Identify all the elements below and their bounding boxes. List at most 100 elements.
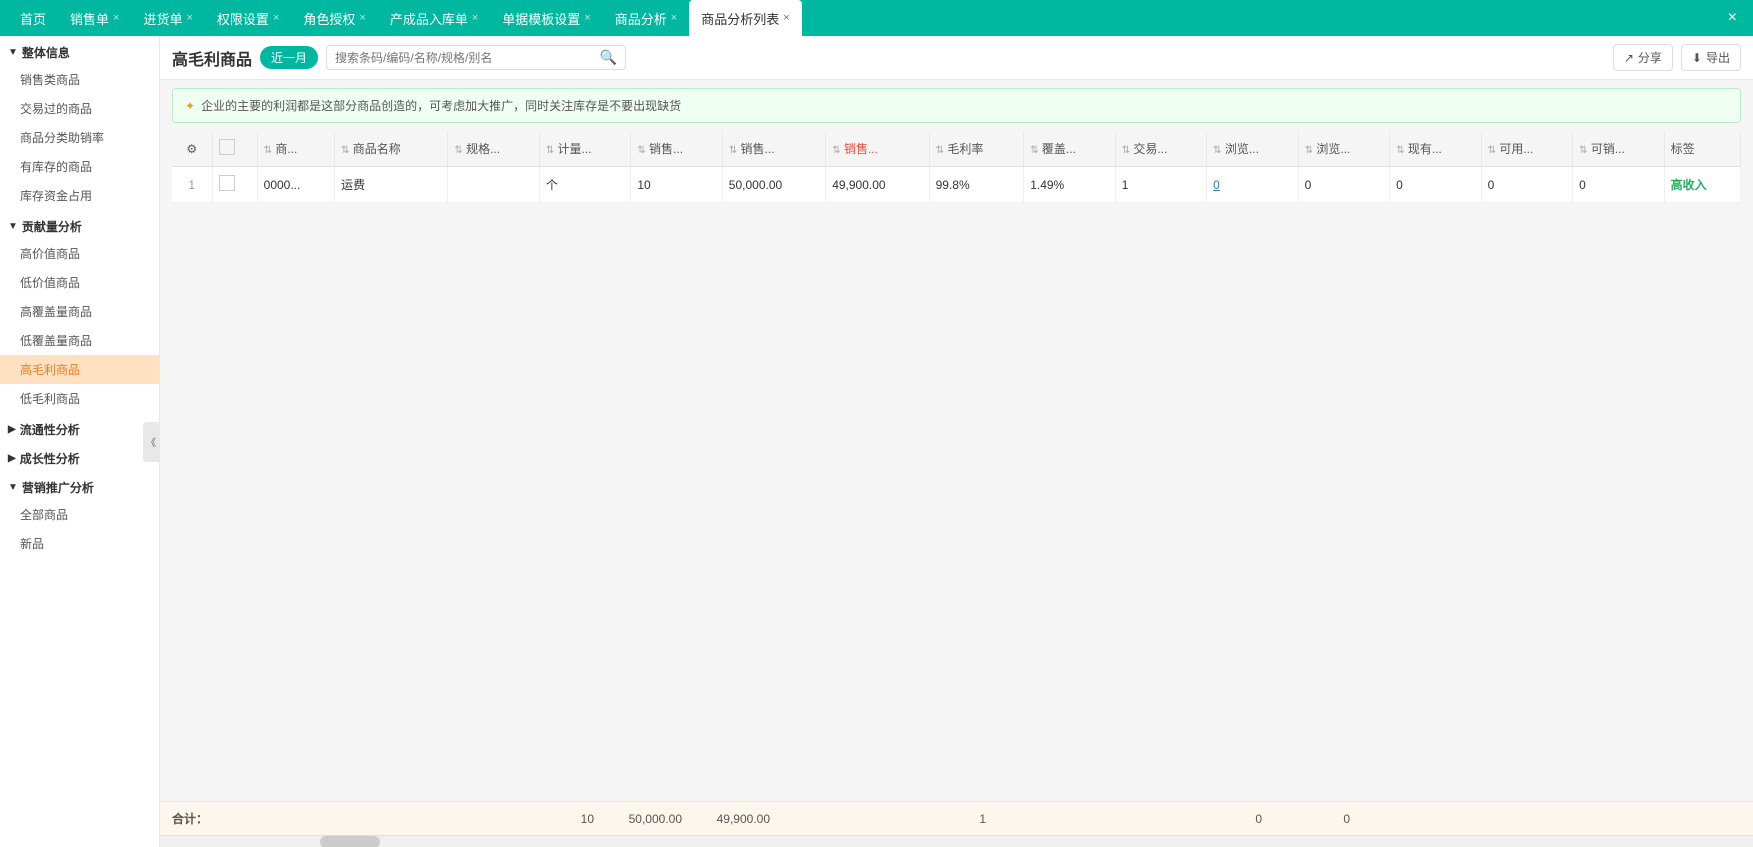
sidebar-item-category-sales-rate[interactable]: 商品分类助销率	[0, 123, 159, 152]
row-name: 运费	[335, 167, 448, 203]
row-select-checkbox[interactable]	[219, 175, 235, 191]
view1-link[interactable]: 0	[1213, 178, 1220, 192]
sidebar-item-stock-capital[interactable]: 库存资金占用	[0, 181, 159, 210]
sidebar-item-low-margin[interactable]: 低毛利商品	[0, 384, 159, 413]
sidebar-item-low-coverage[interactable]: 低覆盖量商品	[0, 326, 159, 355]
nav-close-purchase[interactable]: ×	[186, 12, 192, 24]
sidebar-group-marketing[interactable]: ▼ 营销推广分析	[0, 471, 159, 500]
table-header-row: ⚙ ⇅ 商... ⇅ 商品名称 ⇅ 规格... ⇅ 计量... ⇅ 销售... …	[172, 131, 1741, 167]
top-navigation: 首页 销售单 × 进货单 × 权限设置 × 角色授权 × 产成品入库单 × 单据…	[0, 0, 1753, 36]
export-button[interactable]: ⬇ 导出	[1681, 44, 1741, 71]
nav-close-goods-analysis[interactable]: ×	[671, 12, 677, 24]
nav-close-permission[interactable]: ×	[273, 12, 279, 24]
row-sales-qty: 10	[631, 167, 722, 203]
col-settings[interactable]: ⚙	[172, 131, 212, 167]
header-actions: ↗ 分享 ⬇ 导出	[1613, 44, 1741, 71]
data-table: ⚙ ⇅ 商... ⇅ 商品名称 ⇅ 规格... ⇅ 计量... ⇅ 销售... …	[172, 131, 1741, 203]
row-code: 0000...	[257, 167, 334, 203]
arrow-down-icon-2: ▼	[8, 221, 18, 232]
nav-close-list[interactable]: ×	[783, 12, 789, 24]
nav-close-inbound[interactable]: ×	[472, 12, 478, 24]
footer-stock-current: 0	[1192, 812, 1272, 826]
row-index: 1	[172, 167, 212, 203]
nav-permission-settings[interactable]: 权限设置 ×	[205, 0, 291, 36]
share-button[interactable]: ↗ 分享	[1613, 44, 1673, 71]
nav-template-settings[interactable]: 单据模板设置 ×	[490, 0, 602, 36]
sidebar-item-high-margin[interactable]: 高毛利商品	[0, 355, 159, 384]
nav-purchase-order[interactable]: 进货单 ×	[131, 0, 204, 36]
sidebar-item-all-goods[interactable]: 全部商品	[0, 500, 159, 529]
nav-home[interactable]: 首页	[8, 0, 58, 36]
col-stock-available: ⇅ 可用...	[1481, 131, 1572, 167]
sidebar-group-liquidity[interactable]: ▶ 流通性分析	[0, 413, 159, 442]
sidebar-item-high-coverage[interactable]: 高覆盖量商品	[0, 297, 159, 326]
col-sales-cost: ⇅ 销售...	[826, 131, 929, 167]
col-view1: ⇅ 浏览...	[1207, 131, 1298, 167]
table-row: 1 0000... 运费 个 10 50,000.00 49,900.00 99…	[172, 167, 1741, 203]
nav-sales-order[interactable]: 销售单 ×	[58, 0, 131, 36]
nav-close-template[interactable]: ×	[584, 12, 590, 24]
footer-stock-available: 0	[1280, 812, 1360, 826]
info-icon: ✦	[185, 99, 195, 113]
row-coverage: 1.49%	[1024, 167, 1115, 203]
sidebar-item-new-goods[interactable]: 新品	[0, 529, 159, 558]
sidebar-item-low-value[interactable]: 低价值商品	[0, 268, 159, 297]
footer-sales-cost: 49,900.00	[700, 812, 780, 826]
nav-goods-analysis-list[interactable]: 商品分析列表 ×	[689, 0, 801, 36]
row-stock-current: 0	[1390, 167, 1481, 203]
sidebar-group-growth[interactable]: ▶ 成长性分析	[0, 442, 159, 471]
filter-last-month-button[interactable]: 近一月	[260, 46, 318, 69]
nav-close-role[interactable]: ×	[359, 12, 365, 24]
col-name: ⇅ 商品名称	[335, 131, 448, 167]
col-tag: 标签	[1664, 131, 1740, 167]
nav-product-inbound[interactable]: 产成品入库单 ×	[378, 0, 490, 36]
search-icon[interactable]: 🔍	[600, 49, 617, 66]
table-container: ⚙ ⇅ 商... ⇅ 商品名称 ⇅ 规格... ⇅ 计量... ⇅ 销售... …	[160, 131, 1753, 801]
sidebar-group-overall[interactable]: ▼ 整体信息	[0, 36, 159, 65]
nav-close-sales[interactable]: ×	[113, 12, 119, 24]
arrow-right-icon-2: ▶	[8, 453, 16, 464]
content-area: 高毛利商品 近一月 🔍 ↗ 分享 ⬇ 导出 ✦ 企业的主要的利润都是这部分商品创…	[160, 36, 1753, 847]
col-transaction: ⇅ 交易...	[1115, 131, 1206, 167]
main-layout: 《 ▼ 整体信息 销售类商品 交易过的商品 商品分类助销率 有库存的商品 库存资…	[0, 36, 1753, 847]
row-tag: 高收入	[1664, 167, 1740, 203]
row-transaction: 1	[1115, 167, 1206, 203]
footer-transaction: 1	[916, 812, 996, 826]
row-spec	[448, 167, 539, 203]
arrow-right-icon: ▶	[8, 424, 16, 435]
sidebar-item-traded-goods[interactable]: 交易过的商品	[0, 94, 159, 123]
row-unit: 个	[539, 167, 630, 203]
sidebar: 《 ▼ 整体信息 销售类商品 交易过的商品 商品分类助销率 有库存的商品 库存资…	[0, 36, 160, 847]
horizontal-scrollbar[interactable]	[160, 835, 1753, 847]
window-close-button[interactable]: ×	[1720, 9, 1745, 27]
footer-sales-amount: 50,000.00	[612, 812, 692, 826]
row-view2: 0	[1298, 167, 1389, 203]
col-checkbox	[212, 131, 257, 167]
row-checkbox	[212, 167, 257, 203]
content-header: 高毛利商品 近一月 🔍 ↗ 分享 ⬇ 导出	[160, 36, 1753, 80]
col-gross-margin: ⇅ 毛利率	[929, 131, 1024, 167]
footer-label: 合计：	[172, 810, 208, 827]
select-all-checkbox[interactable]	[219, 139, 235, 155]
col-sales-qty: ⇅ 销售...	[631, 131, 722, 167]
nav-goods-analysis[interactable]: 商品分析 ×	[603, 0, 689, 36]
sidebar-item-sales-goods[interactable]: 销售类商品	[0, 65, 159, 94]
share-icon: ↗	[1624, 51, 1634, 65]
col-view2: ⇅ 浏览...	[1298, 131, 1389, 167]
sidebar-item-in-stock-goods[interactable]: 有库存的商品	[0, 152, 159, 181]
row-sales-amount: 50,000.00	[722, 167, 825, 203]
tag-label: 高收入	[1671, 178, 1707, 192]
nav-role-auth[interactable]: 角色授权 ×	[291, 0, 377, 36]
sidebar-collapse-button[interactable]: 《	[143, 422, 159, 462]
sidebar-group-contribution[interactable]: ▼ 贡献量分析	[0, 210, 159, 239]
search-input[interactable]	[335, 51, 600, 65]
info-banner: ✦ 企业的主要的利润都是这部分商品创造的，可考虑加大推广，同时关注库存是不要出现…	[172, 88, 1741, 123]
scrollbar-thumb[interactable]	[320, 836, 380, 847]
sidebar-item-high-value[interactable]: 高价值商品	[0, 239, 159, 268]
col-stock-current: ⇅ 现有...	[1390, 131, 1481, 167]
row-gross-margin: 99.8%	[929, 167, 1024, 203]
export-icon: ⬇	[1692, 51, 1702, 65]
row-stock-sellable: 0	[1573, 167, 1664, 203]
page-title: 高毛利商品	[172, 46, 252, 70]
col-sales-amount: ⇅ 销售...	[722, 131, 825, 167]
